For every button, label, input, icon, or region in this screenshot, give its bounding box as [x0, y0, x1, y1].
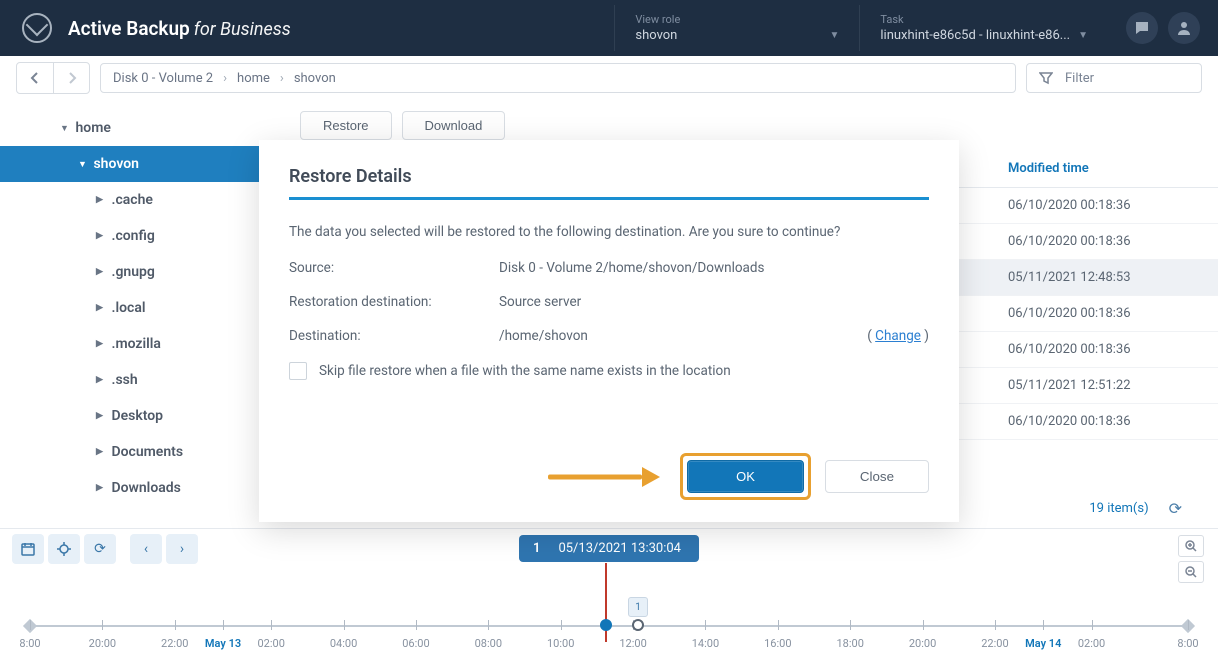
- source-label: Source:: [289, 260, 499, 276]
- modal-overlay: Restore Details The data you selected wi…: [0, 0, 1218, 664]
- skip-checkbox[interactable]: [289, 362, 307, 380]
- change-link-wrapper: ( Change ): [867, 328, 929, 344]
- modal-divider: [289, 197, 929, 200]
- annotation-arrow: [548, 470, 660, 484]
- restore-details-modal: Restore Details The data you selected wi…: [259, 140, 959, 522]
- source-value: Disk 0 - Volume 2/home/shovon/Downloads: [499, 260, 929, 276]
- modal-title: Restore Details: [289, 166, 929, 187]
- modal-message: The data you selected will be restored t…: [289, 224, 929, 240]
- annotation-highlight: OK: [680, 453, 811, 500]
- close-button[interactable]: Close: [825, 460, 929, 493]
- destination-value: /home/shovon: [499, 328, 867, 344]
- ok-button[interactable]: OK: [687, 460, 804, 493]
- restoration-destination-label: Restoration destination:: [289, 294, 499, 310]
- skip-label: Skip file restore when a file with the s…: [319, 363, 731, 379]
- restoration-destination-value: Source server: [499, 294, 929, 310]
- change-link[interactable]: Change: [875, 328, 921, 344]
- destination-label: Destination:: [289, 328, 499, 344]
